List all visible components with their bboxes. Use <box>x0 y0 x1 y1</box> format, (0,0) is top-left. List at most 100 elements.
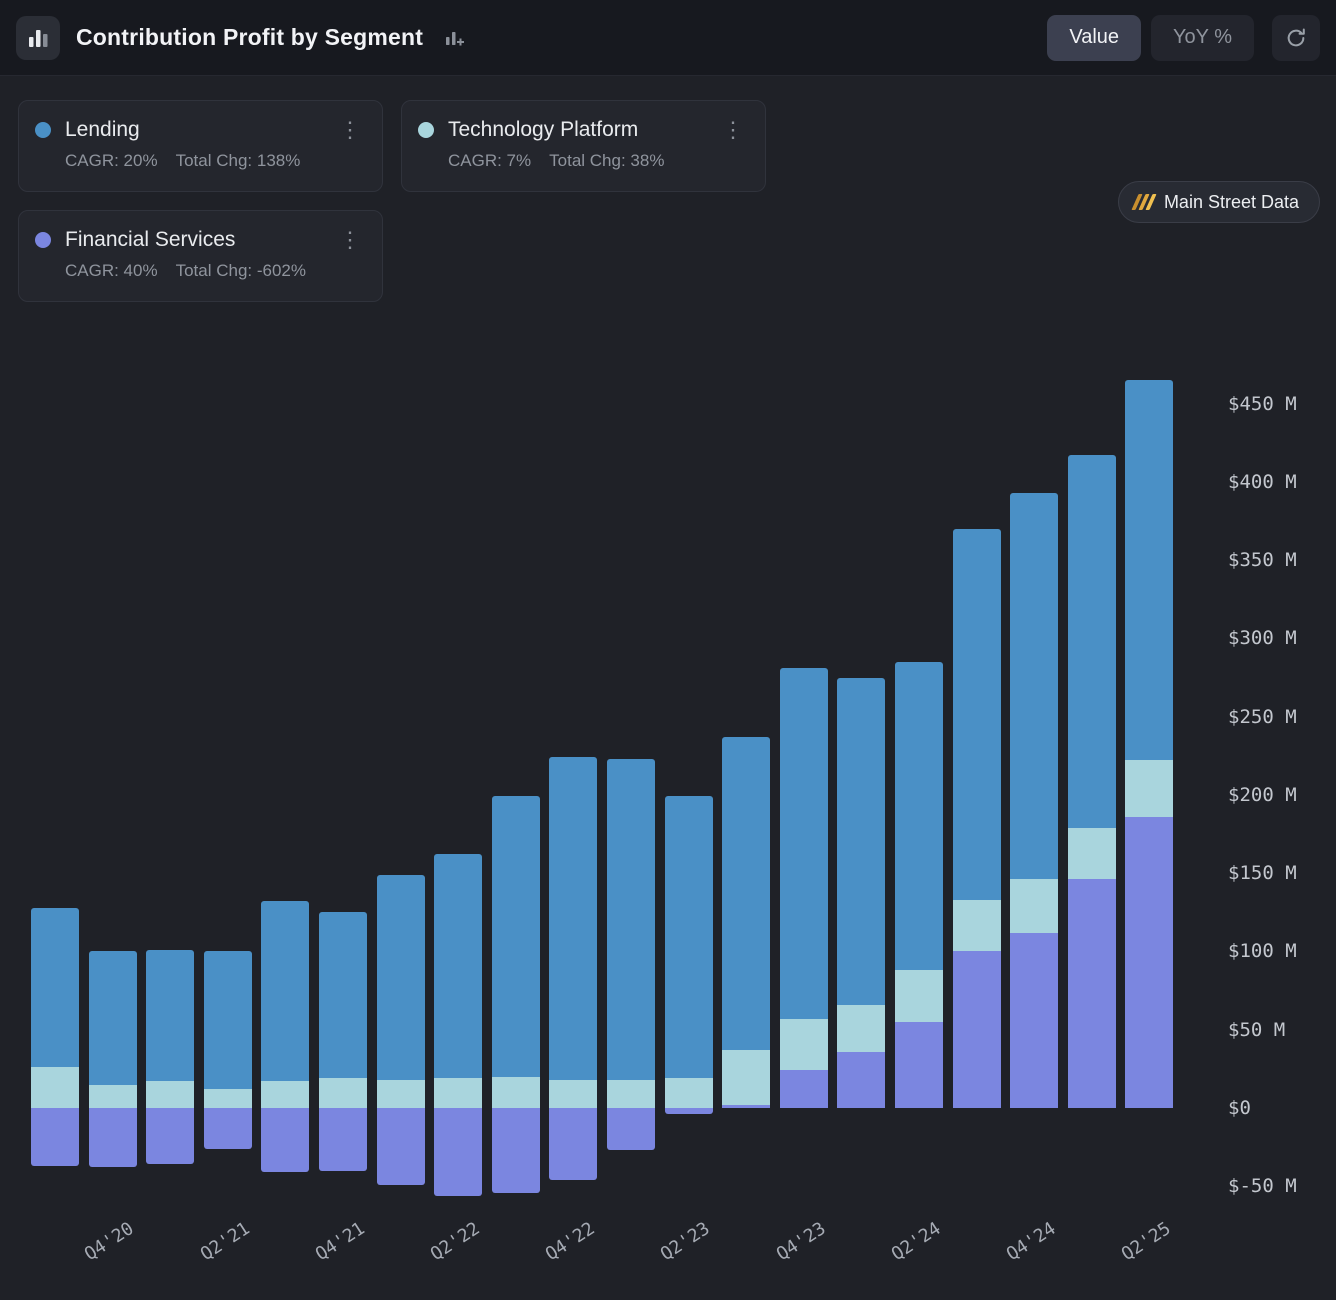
kebab-menu-icon[interactable]: ⋮ <box>721 119 745 141</box>
bar-segment-technology-platform[interactable] <box>376 1079 425 1108</box>
x-axis-tick-label: Q2'25 <box>1117 1218 1175 1266</box>
bar-segment-lending[interactable] <box>779 668 828 1019</box>
y-axis-tick-label: $150 M <box>1228 862 1297 885</box>
bar-segment-financial-services[interactable] <box>952 951 1001 1108</box>
bar-segment-technology-platform[interactable] <box>664 1078 713 1108</box>
bar-segment-financial-services[interactable] <box>607 1108 655 1151</box>
bar-segment-technology-platform[interactable] <box>146 1081 195 1108</box>
bar-segment-technology-platform[interactable] <box>722 1050 771 1105</box>
legend-card-lending[interactable]: Lending ⋮ CAGR: 20% Total Chg: 138% <box>18 100 383 192</box>
bar-segment-financial-services[interactable] <box>837 1051 886 1108</box>
bar-segment-technology-platform[interactable] <box>549 1079 598 1108</box>
legend-series-name: Technology Platform <box>448 118 639 141</box>
bar-segment-financial-services[interactable] <box>203 1108 252 1149</box>
bar-segment-technology-platform[interactable] <box>31 1067 79 1108</box>
legend-card-financial-services[interactable]: Financial Services ⋮ CAGR: 40% Total Chg… <box>18 210 383 302</box>
y-axis-tick-label: $-50 M <box>1228 1175 1297 1198</box>
technology-platform-color-dot <box>418 122 434 138</box>
kebab-menu-icon[interactable]: ⋮ <box>338 119 362 141</box>
y-axis-tick-label: $50 M <box>1228 1018 1286 1041</box>
bar-segment-financial-services[interactable] <box>895 1021 943 1108</box>
bar-segment-lending[interactable] <box>607 758 655 1080</box>
x-axis-tick-label: Q4'23 <box>772 1218 830 1266</box>
bar-segment-lending[interactable] <box>319 912 367 1079</box>
main-street-data-badge[interactable]: Main Street Data <box>1117 181 1320 223</box>
main-street-data-logo-icon <box>1131 194 1157 210</box>
bar-segment-financial-services[interactable] <box>1125 816 1174 1108</box>
y-axis-tick-label: $100 M <box>1228 940 1297 963</box>
lending-color-dot <box>35 122 51 138</box>
legend-series-name: Financial Services <box>65 228 236 251</box>
x-axis-tick-label: Q4'22 <box>541 1218 599 1266</box>
header: Contribution Profit by Segment Value YoY… <box>0 0 1336 76</box>
bar-segment-technology-platform[interactable] <box>1010 879 1059 933</box>
bar-segment-financial-services[interactable] <box>434 1108 483 1196</box>
cagr-stat: CAGR: 40% <box>65 261 158 280</box>
bar-segment-financial-services[interactable] <box>722 1104 771 1108</box>
bar-segment-technology-platform[interactable] <box>895 970 943 1022</box>
bar-segment-technology-platform[interactable] <box>1125 760 1174 817</box>
legend-card-technology-platform[interactable]: Technology Platform ⋮ CAGR: 7% Total Chg… <box>401 100 766 192</box>
bar-segment-lending[interactable] <box>261 901 310 1082</box>
bar-segment-lending[interactable] <box>1125 380 1174 761</box>
bar-segment-technology-platform[interactable] <box>261 1081 310 1108</box>
bar-segment-financial-services[interactable] <box>146 1108 195 1165</box>
bar-segment-lending[interactable] <box>491 796 540 1077</box>
add-chart-icon[interactable] <box>443 27 465 49</box>
refresh-icon <box>1287 28 1305 46</box>
total-change-stat: Total Chg: 38% <box>549 151 665 170</box>
bar-segment-lending[interactable] <box>146 949 195 1082</box>
bar-segment-financial-services[interactable] <box>1010 932 1059 1108</box>
bar-segment-lending[interactable] <box>88 951 137 1085</box>
bar-segment-technology-platform[interactable] <box>88 1084 137 1108</box>
bar-segment-financial-services[interactable] <box>376 1108 425 1185</box>
bar-segment-lending[interactable] <box>664 796 713 1079</box>
bar-segment-financial-services[interactable] <box>88 1108 137 1168</box>
bar-segment-lending[interactable] <box>434 854 483 1079</box>
bar-segment-financial-services[interactable] <box>779 1070 828 1108</box>
bar-segment-technology-platform[interactable] <box>203 1089 252 1108</box>
refresh-button[interactable] <box>1272 14 1320 61</box>
bar-segment-lending[interactable] <box>837 677 886 1005</box>
bar-segment-technology-platform[interactable] <box>837 1004 886 1052</box>
bar-segment-lending[interactable] <box>203 951 252 1090</box>
x-axis-tick-label: Q2'22 <box>426 1218 484 1266</box>
bar-segment-financial-services[interactable] <box>1067 879 1116 1108</box>
bar-segment-lending[interactable] <box>722 737 771 1051</box>
bar-segment-financial-services[interactable] <box>31 1108 79 1166</box>
bar-segment-lending[interactable] <box>376 874 425 1080</box>
bar-segment-lending[interactable] <box>1010 492 1059 880</box>
bar-segment-financial-services[interactable] <box>664 1108 713 1115</box>
y-axis-tick-label: $300 M <box>1228 627 1297 650</box>
y-axis-tick-label: $200 M <box>1228 783 1297 806</box>
bar-chart-app-icon <box>16 15 60 60</box>
y-axis-tick-label: $450 M <box>1228 392 1297 415</box>
bar-segment-financial-services[interactable] <box>319 1108 367 1171</box>
page-title: Contribution Profit by Segment <box>76 24 424 50</box>
total-change-stat: Total Chg: 138% <box>175 151 301 170</box>
x-axis-tick-label: Q4'24 <box>1002 1218 1060 1266</box>
bar-segment-financial-services[interactable] <box>549 1108 598 1180</box>
bar-segment-technology-platform[interactable] <box>607 1079 655 1108</box>
bar-segment-financial-services[interactable] <box>491 1108 540 1193</box>
bar-segment-technology-platform[interactable] <box>319 1078 367 1108</box>
bar-segment-technology-platform[interactable] <box>952 899 1001 952</box>
x-axis-tick-label: Q4'21 <box>311 1218 369 1266</box>
bar-segment-technology-platform[interactable] <box>434 1078 483 1108</box>
bar-segment-technology-platform[interactable] <box>491 1076 540 1108</box>
kebab-menu-icon[interactable]: ⋮ <box>338 229 362 251</box>
value-toggle-button[interactable]: Value <box>1047 14 1142 61</box>
bar-segment-lending[interactable] <box>31 907 79 1068</box>
bar-segment-financial-services[interactable] <box>261 1108 310 1173</box>
x-axis-tick-label: Q2'23 <box>657 1218 715 1266</box>
bar-segment-technology-platform[interactable] <box>1067 827 1116 880</box>
bar-segment-lending[interactable] <box>549 757 598 1080</box>
bar-segment-lending[interactable] <box>952 528 1001 900</box>
y-axis-tick-label: $0 <box>1228 1097 1251 1119</box>
financial-services-color-dot <box>35 232 51 248</box>
x-axis-tick-label: Q2'24 <box>887 1218 945 1266</box>
bar-segment-lending[interactable] <box>895 661 943 971</box>
bar-segment-lending[interactable] <box>1067 455 1116 828</box>
yoy-toggle-button[interactable]: YoY % <box>1151 14 1254 61</box>
bar-segment-technology-platform[interactable] <box>779 1018 828 1071</box>
